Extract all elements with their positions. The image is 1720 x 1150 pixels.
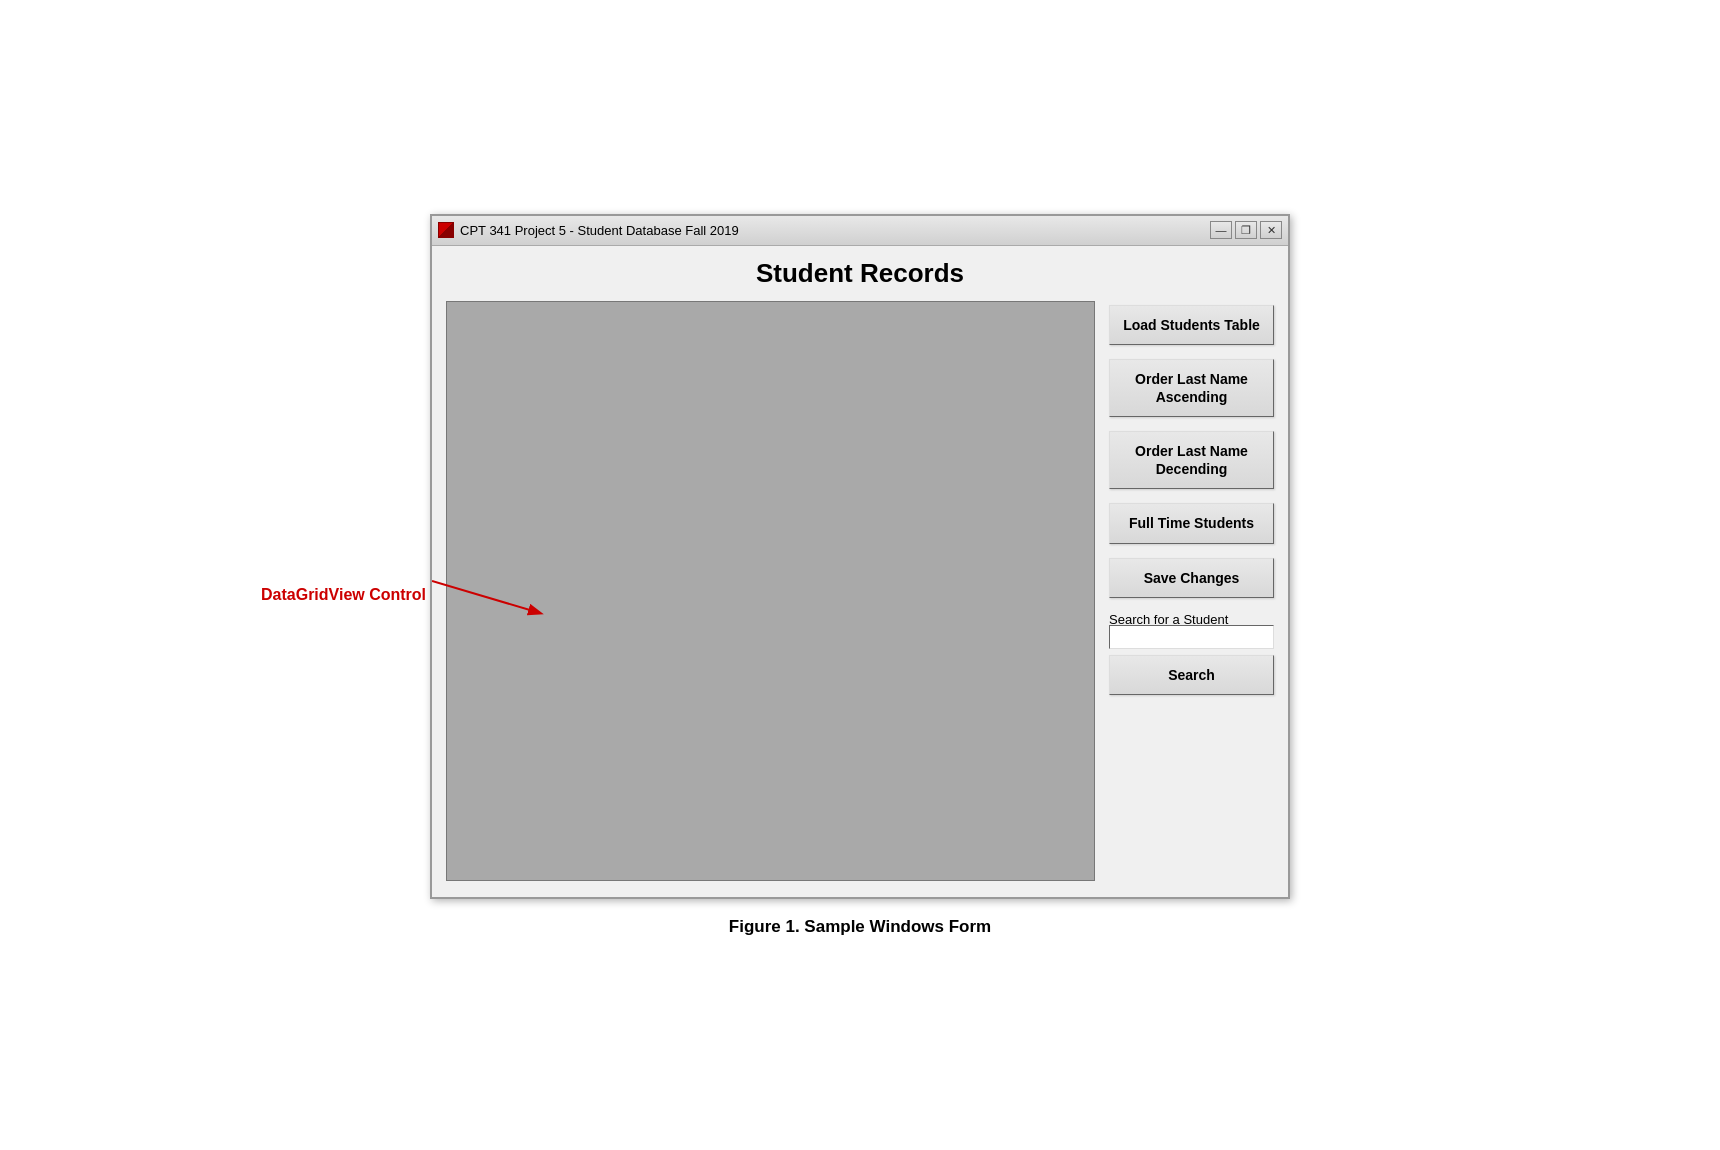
main-area: DataGridView Control xyxy=(446,301,1274,881)
search-button[interactable]: Search xyxy=(1109,655,1274,695)
close-button[interactable]: ✕ xyxy=(1260,221,1282,239)
figure-caption: Figure 1. Sample Windows Form xyxy=(729,917,991,937)
order-desc-button[interactable]: Order Last Name Decending xyxy=(1109,431,1274,489)
buttons-panel: Load Students Table Order Last Name Asce… xyxy=(1109,301,1274,696)
order-asc-button[interactable]: Order Last Name Ascending xyxy=(1109,359,1274,417)
application-window: CPT 341 Project 5 - Student Database Fal… xyxy=(430,214,1290,899)
svg-line-1 xyxy=(432,581,540,613)
page-wrapper: CPT 341 Project 5 - Student Database Fal… xyxy=(430,214,1290,937)
app-icon xyxy=(438,222,454,238)
minimize-button[interactable]: — xyxy=(1210,221,1232,239)
annotation-label: DataGridView Control xyxy=(261,584,426,606)
annotation: DataGridView Control xyxy=(261,571,552,621)
title-bar-left: CPT 341 Project 5 - Student Database Fal… xyxy=(438,222,739,238)
title-bar: CPT 341 Project 5 - Student Database Fal… xyxy=(432,216,1288,246)
form-title: Student Records xyxy=(446,258,1274,289)
title-bar-controls: — ❐ ✕ xyxy=(1210,221,1282,239)
annotation-container: DataGridView Control xyxy=(446,301,1095,881)
maximize-button[interactable]: ❐ xyxy=(1235,221,1257,239)
window-content: Student Records DataGridView Control xyxy=(432,246,1288,897)
load-students-button[interactable]: Load Students Table xyxy=(1109,305,1274,345)
annotation-arrow-icon xyxy=(432,571,552,621)
search-section: Search for a Student Search xyxy=(1109,612,1274,695)
window-title: CPT 341 Project 5 - Student Database Fal… xyxy=(460,223,739,238)
save-changes-button[interactable]: Save Changes xyxy=(1109,558,1274,598)
search-input[interactable] xyxy=(1109,625,1274,649)
full-time-students-button[interactable]: Full Time Students xyxy=(1109,503,1274,543)
grid-area: DataGridView Control xyxy=(446,301,1095,881)
